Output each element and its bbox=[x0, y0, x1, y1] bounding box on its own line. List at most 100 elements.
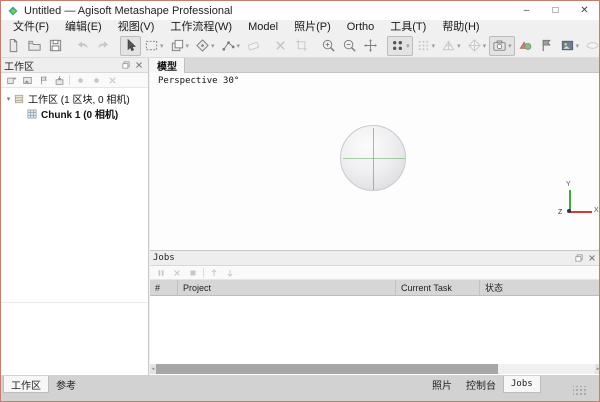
workspace-float-button[interactable] bbox=[119, 59, 132, 72]
tab-console[interactable]: 控制台 bbox=[459, 376, 503, 393]
tab-model[interactable]: 模型 bbox=[150, 58, 185, 73]
chevron-down-icon[interactable]: ▾ bbox=[211, 42, 215, 50]
menu-item[interactable]: 工作流程(W) bbox=[162, 20, 240, 34]
show-mesh-button: ▾ bbox=[438, 36, 464, 56]
menu-item[interactable]: 工具(T) bbox=[382, 20, 434, 34]
scroll-right-arrow[interactable]: ▸ bbox=[595, 364, 600, 374]
column-header[interactable]: 状态 bbox=[480, 280, 600, 295]
tree-node[interactable]: Chunk 1 (0 相机) bbox=[1, 106, 148, 121]
workspace-panel: 工作区 ▾工作区 (1 区块, 0 相机)Chunk 1 (0 相机) bbox=[1, 58, 149, 375]
new-project-button[interactable] bbox=[3, 36, 24, 56]
chevron-down-icon[interactable]: ▾ bbox=[237, 42, 241, 50]
menu-item[interactable]: 编辑(E) bbox=[57, 20, 110, 34]
disable-button bbox=[88, 73, 104, 87]
chevron-down-icon[interactable]: ▾ bbox=[160, 42, 164, 50]
disc-icon bbox=[585, 38, 599, 53]
tab-jobs[interactable]: Jobs bbox=[503, 376, 541, 393]
move-job-down-button bbox=[222, 266, 238, 280]
selection-assign-button[interactable]: ▾ bbox=[167, 36, 193, 56]
chevron-down-icon[interactable]: ▾ bbox=[457, 42, 461, 50]
reset-view-button[interactable] bbox=[360, 36, 381, 56]
main-toolbar: ▾ ▾ ▾ ▾ ▾ ▾ ▾ ▾ ▾ ▾ bbox=[1, 34, 599, 58]
show-point-cloud-button[interactable]: ▾ bbox=[387, 36, 413, 56]
tree-expander[interactable]: ▾ bbox=[4, 95, 13, 103]
scrollbar-thumb[interactable] bbox=[156, 364, 498, 374]
camera-icon bbox=[492, 38, 507, 53]
axis-origin-dot bbox=[567, 209, 571, 213]
zoom-out-icon bbox=[342, 38, 357, 53]
new-document-icon bbox=[6, 38, 21, 53]
open-project-button[interactable] bbox=[24, 36, 45, 56]
chevron-down-icon[interactable]: ▾ bbox=[576, 42, 580, 50]
dot-icon bbox=[91, 75, 102, 86]
tab-workspace[interactable]: 工作区 bbox=[3, 376, 49, 393]
rectangle-selection-button[interactable]: ▾ bbox=[141, 36, 167, 56]
column-header[interactable]: # bbox=[150, 280, 178, 295]
menu-item[interactable]: 视图(V) bbox=[110, 20, 163, 34]
pause-job-button bbox=[153, 266, 169, 280]
show-markers-button[interactable] bbox=[536, 36, 557, 56]
delete-x-icon bbox=[107, 75, 118, 86]
float-icon bbox=[121, 60, 131, 70]
window-title: Untitled — Agisoft Metashape Professiona… bbox=[24, 5, 233, 17]
dense-cloud-icon bbox=[416, 38, 431, 53]
add-marker-button[interactable] bbox=[35, 73, 51, 87]
import-button[interactable] bbox=[51, 73, 67, 87]
workspace-panel-header: 工作区 bbox=[1, 58, 148, 73]
model-viewport[interactable]: Perspective 30° Y X Z bbox=[150, 73, 600, 250]
show-shapes-button[interactable] bbox=[515, 36, 536, 56]
navigation-trackball[interactable] bbox=[340, 125, 406, 191]
zoom-out-button[interactable] bbox=[339, 36, 360, 56]
cancel-job-button bbox=[169, 266, 185, 280]
navigation-tool-button[interactable] bbox=[120, 36, 141, 56]
open-folder-icon bbox=[27, 38, 42, 53]
tab-reference[interactable]: 参考 bbox=[49, 376, 83, 393]
delete-button bbox=[270, 36, 291, 56]
close-button[interactable]: ✕ bbox=[570, 1, 599, 20]
move-job-up-button bbox=[206, 266, 222, 280]
save-project-button[interactable] bbox=[45, 36, 66, 56]
window-resize-grip[interactable] bbox=[573, 386, 587, 396]
show-model-button: ▾ bbox=[464, 36, 490, 56]
chevron-down-icon[interactable]: ▾ bbox=[186, 42, 190, 50]
chevron-down-icon[interactable]: ▾ bbox=[432, 42, 436, 50]
tree-node[interactable]: ▾工作区 (1 区块, 0 相机) bbox=[1, 91, 148, 106]
workspace-close-button[interactable] bbox=[132, 59, 145, 72]
menu-item[interactable]: Model bbox=[240, 20, 286, 34]
chevron-down-icon[interactable]: ▾ bbox=[483, 42, 487, 50]
draw-tool-button[interactable]: ▾ bbox=[218, 36, 244, 56]
jobs-toolbar bbox=[150, 266, 600, 280]
menu-item[interactable]: Ortho bbox=[339, 20, 383, 34]
zoom-in-button[interactable] bbox=[318, 36, 339, 56]
tab-photos[interactable]: 照片 bbox=[425, 376, 459, 393]
show-images-button[interactable]: ▾ bbox=[557, 36, 583, 56]
left-dock-tabs: 工作区参考 bbox=[3, 376, 83, 393]
shapes-icon bbox=[518, 38, 533, 53]
show-cameras-button[interactable]: ▾ bbox=[489, 36, 515, 56]
jobs-horizontal-scrollbar[interactable]: ◂ ▸ bbox=[150, 364, 600, 374]
chevron-down-icon[interactable]: ▾ bbox=[406, 42, 410, 50]
jobs-close-button[interactable] bbox=[585, 252, 598, 265]
center-dock-tabs: 照片控制台Jobs bbox=[425, 376, 541, 393]
workspace-panel-title: 工作区 bbox=[4, 58, 119, 73]
eraser-icon bbox=[246, 38, 261, 53]
minimize-button[interactable]: – bbox=[512, 1, 541, 20]
jobs-float-button[interactable] bbox=[572, 252, 585, 265]
maximize-button[interactable]: □ bbox=[541, 1, 570, 20]
menu-item[interactable]: 照片(P) bbox=[286, 20, 339, 34]
column-header[interactable]: Current Task bbox=[396, 280, 480, 295]
remove-item-button bbox=[104, 73, 120, 87]
paint-tool-button[interactable]: ▾ bbox=[192, 36, 218, 56]
app-logo-icon bbox=[7, 5, 19, 17]
jobs-panel-title: Jobs bbox=[153, 253, 572, 263]
select-arrow-icon bbox=[123, 38, 138, 53]
menu-item[interactable]: 文件(F) bbox=[5, 20, 57, 34]
axis-x-label: X bbox=[594, 207, 599, 214]
column-header[interactable]: Project bbox=[178, 280, 396, 295]
images-icon bbox=[560, 38, 575, 53]
chevron-down-icon[interactable]: ▾ bbox=[508, 42, 512, 50]
menu-item[interactable]: 帮助(H) bbox=[434, 20, 487, 34]
add-photos-button[interactable] bbox=[19, 73, 35, 87]
float-icon bbox=[574, 253, 584, 263]
add-chunk-button[interactable] bbox=[3, 73, 19, 87]
